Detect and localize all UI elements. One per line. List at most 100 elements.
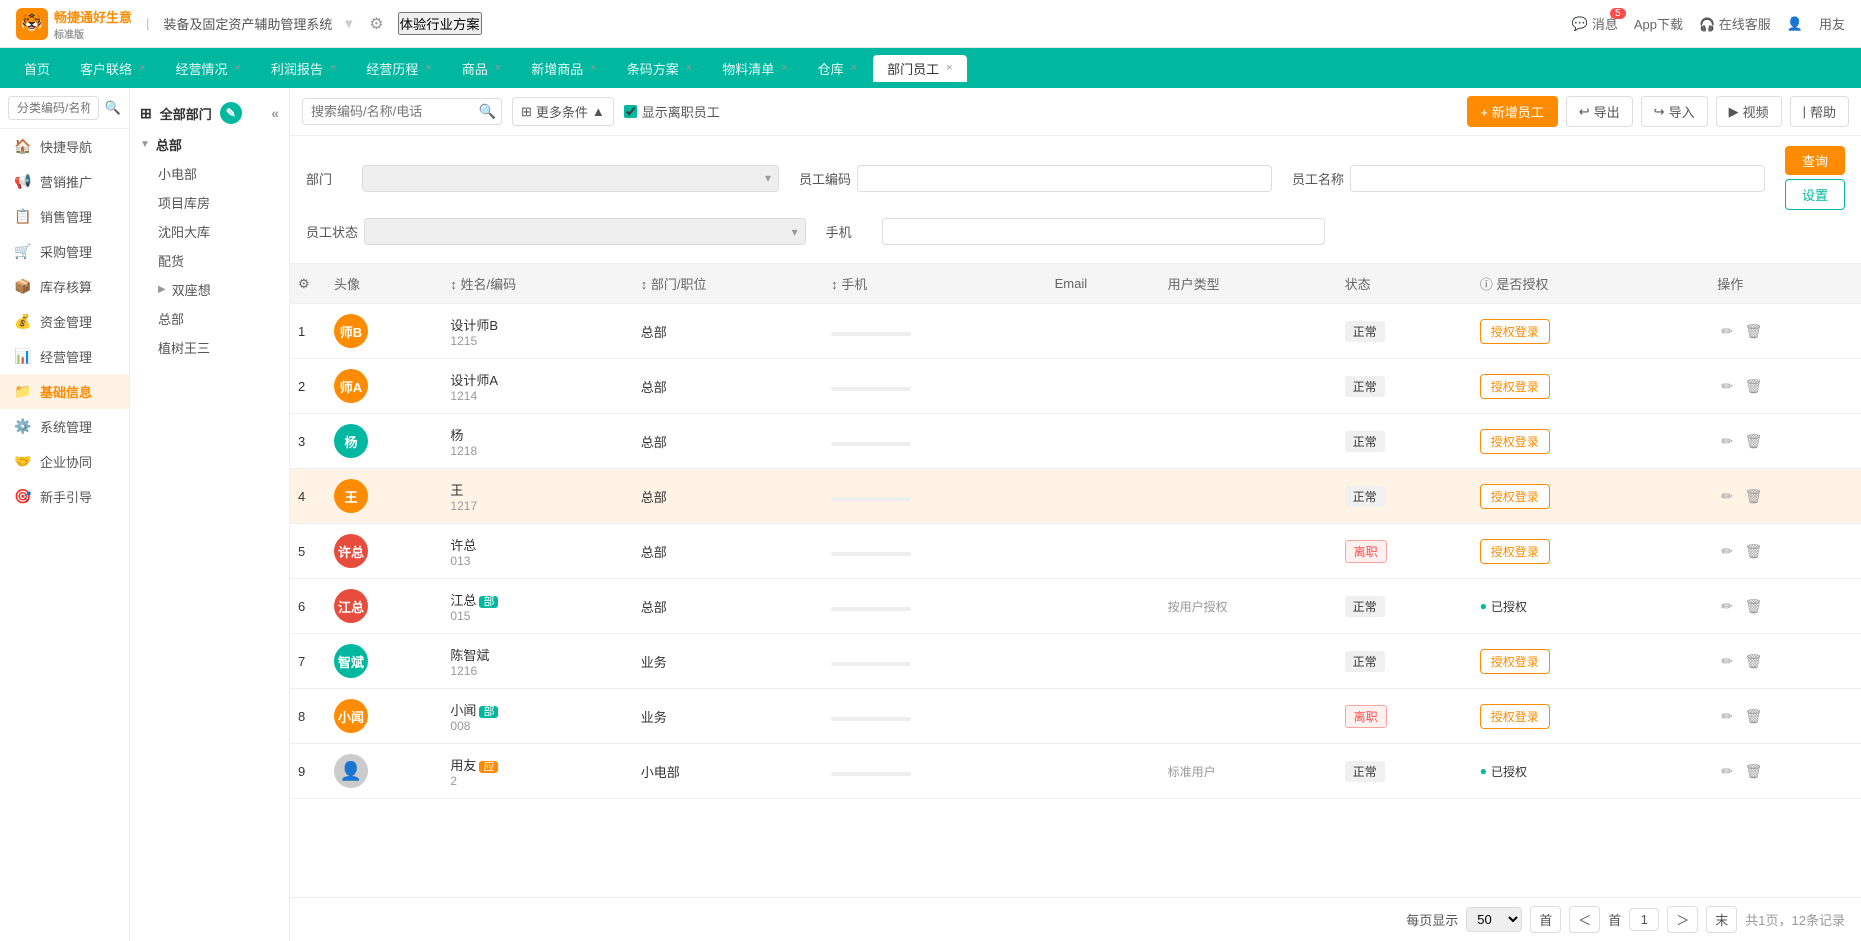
help-button[interactable]: | 帮助 [1790, 96, 1849, 127]
col-name-cell: 陈智斌 1216 [442, 634, 632, 689]
col-phone-cell [823, 744, 1047, 799]
edit-button[interactable]: ✏ [1717, 706, 1737, 727]
tree-collapse-icon[interactable]: « [271, 105, 279, 121]
auth-login-button[interactable]: 授权登录 [1480, 374, 1550, 399]
auth-login-button[interactable]: 授权登录 [1480, 539, 1550, 564]
tab-home[interactable]: 首页 [10, 55, 64, 82]
tab-employees[interactable]: 部门员工 × [873, 55, 966, 82]
edit-button[interactable]: ✏ [1717, 431, 1737, 452]
search-input-wrap: 🔍 [302, 98, 502, 125]
inventory-icon: 📦 [14, 278, 32, 296]
export-button[interactable]: ↩ 导出 [1566, 96, 1633, 127]
delete-button[interactable]: 🗑 [1741, 651, 1767, 672]
edit-button[interactable]: ✏ [1717, 761, 1737, 782]
delete-button[interactable]: 🗑 [1741, 431, 1767, 452]
delete-button[interactable]: 🗑 [1741, 761, 1767, 782]
col-phone-cell [823, 414, 1047, 469]
edit-button[interactable]: ✏ [1717, 486, 1737, 507]
auth-login-button[interactable]: 授权登录 [1480, 429, 1550, 454]
sidebar-item-purchase[interactable]: 🛒 采购管理 [0, 234, 129, 269]
sidebar-item-inventory[interactable]: 📦 库存核算 [0, 269, 129, 304]
set-button[interactable]: 设置 [1785, 179, 1845, 210]
tree-item-peihuo[interactable]: 配货 [130, 246, 289, 275]
delete-button[interactable]: 🗑 [1741, 596, 1767, 617]
auth-login-button[interactable]: 授权登录 [1480, 649, 1550, 674]
sidebar-item-operation[interactable]: 📊 经营管理 [0, 339, 129, 374]
view-button[interactable]: ▶ 视频 [1716, 96, 1782, 127]
online-service[interactable]: 🎧 在线客服 [1699, 14, 1771, 33]
app-download[interactable]: App下载 [1634, 14, 1683, 33]
phone-input[interactable] [882, 218, 1326, 245]
last-page-button[interactable]: 末 [1706, 906, 1737, 933]
show-resigned-checkbox[interactable] [624, 105, 637, 118]
tree-item-zongbu[interactable]: 总部 [130, 304, 289, 333]
auth-login-button[interactable]: 授权登录 [1480, 319, 1550, 344]
toolbar: + 新增员工 ↩ 导出 ↪ 导入 ▶ 视频 | 帮助 [1467, 96, 1849, 127]
message-badge[interactable]: 💬 消息 5 [1572, 14, 1618, 33]
dept-select[interactable] [362, 165, 779, 192]
settings-icon[interactable]: ⚙ [365, 10, 387, 38]
tab-customer[interactable]: 客户联络 × [66, 55, 159, 82]
col-settings[interactable]: ⚙ [290, 264, 326, 304]
col-spacer-cell [1672, 744, 1709, 799]
sidebar-search-input[interactable] [8, 96, 99, 120]
import-button[interactable]: ↪ 导入 [1641, 96, 1708, 127]
emp-status-select[interactable] [364, 218, 806, 245]
trial-button[interactable]: 体验行业方案 [398, 12, 482, 35]
edit-button[interactable]: ✏ [1717, 376, 1737, 397]
auth-login-button[interactable]: 授权登录 [1480, 484, 1550, 509]
delete-button[interactable]: 🗑 [1741, 486, 1767, 507]
emp-name-input[interactable] [1350, 165, 1765, 192]
tree-item-xiangmu[interactable]: 项目库房 [130, 188, 289, 217]
tab-goods[interactable]: 商品 × [448, 55, 515, 82]
edit-button[interactable]: ✏ [1717, 596, 1737, 617]
edit-button[interactable]: ✏ [1717, 321, 1737, 342]
tree-item-shuangzuo[interactable]: ▶ 双座想 [130, 275, 289, 304]
tree-item-xiaodibu[interactable]: 小电部 [130, 159, 289, 188]
next-page-button[interactable]: ＞ [1667, 906, 1698, 933]
first-page-button[interactable]: 首 [1530, 906, 1561, 933]
tree-add-icon[interactable]: ✎ [220, 102, 242, 124]
system-title: 装备及固定资产辅助管理系统 [163, 14, 332, 33]
sidebar-item-enterprise[interactable]: 🤝 企业协同 [0, 444, 129, 479]
auth-login-button[interactable]: 授权登录 [1480, 704, 1550, 729]
delete-button[interactable]: 🗑 [1741, 376, 1767, 397]
prev-page-button[interactable]: ＜ [1569, 906, 1600, 933]
tab-history[interactable]: 经营历程 × [352, 55, 445, 82]
more-filters-button[interactable]: ⊞ 更多条件 ▲ [512, 97, 614, 126]
settings-icon[interactable]: ⚙ [298, 276, 310, 291]
tab-profit[interactable]: 利润报告 × [257, 55, 350, 82]
sidebar-item-sales[interactable]: 📋 销售管理 [0, 199, 129, 234]
search-input[interactable] [302, 98, 502, 125]
sidebar-item-finance[interactable]: 💰 资金管理 [0, 304, 129, 339]
col-dept-cell: 业务 [633, 634, 823, 689]
search-icon[interactable]: 🔍 [479, 103, 496, 120]
tab-add-goods[interactable]: 新增商品 × [517, 55, 610, 82]
edit-button[interactable]: ✏ [1717, 651, 1737, 672]
page-size-select[interactable]: 10 20 50 100 [1466, 907, 1522, 932]
sidebar-item-quick-nav[interactable]: 🏠 快捷导航 [0, 129, 129, 164]
sidebar-search-icon[interactable]: 🔍 [105, 100, 121, 116]
col-name-cell: 江总部 015 [442, 579, 632, 634]
tab-operation[interactable]: 经营情况 × [161, 55, 254, 82]
sidebar-item-system[interactable]: ⚙️ 系统管理 [0, 409, 129, 444]
show-resigned-label[interactable]: 显示离职员工 [624, 102, 720, 121]
tab-bom[interactable]: 物料清单 × [708, 55, 801, 82]
sidebar-item-marketing[interactable]: 📢 营销推广 [0, 164, 129, 199]
tree-item-zhishu[interactable]: 植树王三 [130, 333, 289, 362]
emp-code-input[interactable] [857, 165, 1272, 192]
delete-button[interactable]: 🗑 [1741, 321, 1767, 342]
edit-button[interactable]: ✏ [1717, 541, 1737, 562]
tree-item-general-dept[interactable]: ▼ 总部 [130, 130, 289, 159]
delete-button[interactable]: 🗑 [1741, 706, 1767, 727]
sidebar-item-guide[interactable]: 🎯 新手引导 [0, 479, 129, 514]
emp-status-label: 员工状态 [306, 222, 358, 241]
tab-warehouse[interactable]: 仓库 × [804, 55, 871, 82]
delete-button[interactable]: 🗑 [1741, 541, 1767, 562]
search-button[interactable]: 查询 [1785, 146, 1845, 175]
tab-barcode[interactable]: 条码方案 × [613, 55, 706, 82]
tree-item-shenyang[interactable]: 沈阳大库 [130, 217, 289, 246]
col-action-cell: ✏ 🗑 [1709, 689, 1861, 744]
add-employee-button[interactable]: + 新增员工 [1467, 96, 1558, 127]
sidebar-item-basic[interactable]: 📁 基础信息 [0, 374, 129, 409]
